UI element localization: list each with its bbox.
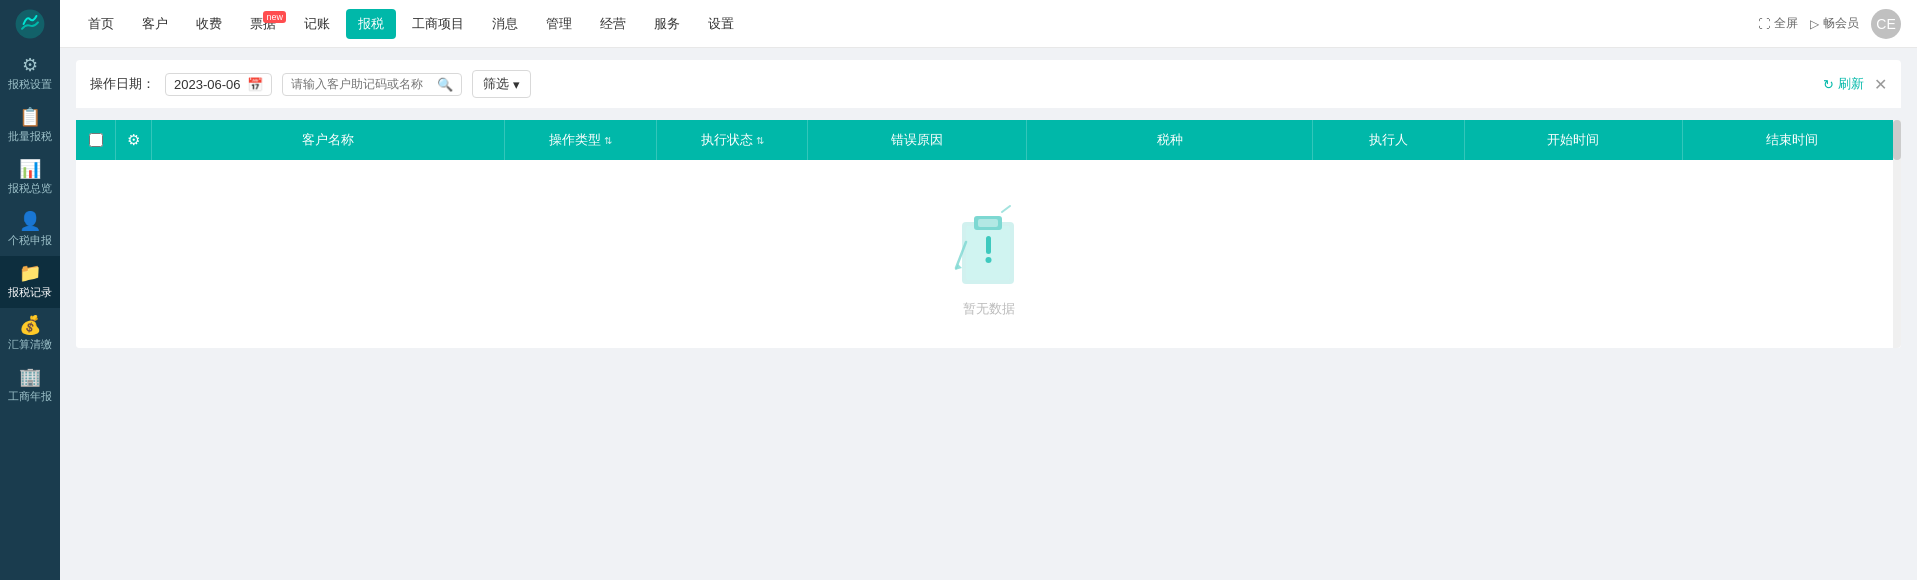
sidebar-item-baoshuishezhi[interactable]: ⚙ 报税设置 [0,48,60,100]
nav-items: 首页客户收费票据new记账报税工商项目消息管理经营服务设置 [76,9,1758,39]
svg-point-6 [985,257,991,263]
sidebar-item-baoshuijilu[interactable]: 📁 报税记录 [0,256,60,308]
sort-icon: ⇅ [756,135,764,146]
select-all-checkbox[interactable] [89,133,103,147]
gear-icon[interactable]: ⚙ [127,131,140,149]
nav-item-shouye[interactable]: 首页 [76,9,126,39]
member-label: 畅会员 [1823,15,1859,32]
col-label: 税种 [1157,131,1183,149]
nav-right: ⛶ 全屏 ▷ 畅会员 CE [1758,9,1901,39]
geshuishenbao-icon: 👤 [19,212,41,230]
huisuanqingshui-icon: 💰 [19,316,41,334]
col-label: 开始时间 [1547,131,1599,149]
gongshangnianbaao-icon: 🏢 [19,368,41,386]
app-logo [0,0,60,48]
date-label: 操作日期： [90,75,155,93]
sidebar-item-huisuanqingshui[interactable]: 💰 汇算清缴 [0,308,60,360]
close-button[interactable]: ✕ [1874,75,1887,94]
col-header-executor: 执行人 [1313,120,1465,160]
col-header-op_type[interactable]: 操作类型⇅ [505,120,657,160]
scrollbar-thumb[interactable] [1893,120,1901,160]
baoshuishezhi-icon: ⚙ [22,56,38,74]
sidebar: ⚙ 报税设置 📋 批量报税 📊 报税总览 👤 个税申报 📁 报税记录 💰 汇算清缴 🏢 工商年报 [0,0,60,580]
nav-item-piaoju[interactable]: 票据new [238,9,288,39]
sidebar-item-label: 批量报税 [8,129,52,144]
nav-item-shezhi[interactable]: 设置 [696,9,746,39]
sidebar-item-geshuishenbao[interactable]: 👤 个税申报 [0,204,60,256]
refresh-icon: ↻ [1823,77,1834,92]
sidebar-item-label: 汇算清缴 [8,337,52,352]
avatar-text: CE [1876,16,1895,32]
sidebar-item-label: 报税设置 [8,77,52,92]
nav-item-kehu[interactable]: 客户 [130,9,180,39]
sort-icon: ⇅ [604,135,612,146]
nav-item-jizhang[interactable]: 记账 [292,9,342,39]
col-header-check [76,120,116,160]
toolbar: 操作日期： 2023-06-06 📅 🔍 筛选 ▾ ↻ 刷新 [76,60,1901,108]
col-header-exec_status[interactable]: 执行状态⇅ [657,120,809,160]
nav-item-shoufei[interactable]: 收费 [184,9,234,39]
fullscreen-label: 全屏 [1774,15,1798,32]
col-header-end_time: 结束时间 [1683,120,1901,160]
sidebar-item-piliangbaoshui[interactable]: 📋 批量报税 [0,100,60,152]
baoshuizonglan-icon: 📊 [19,160,41,178]
col-label: 错误原因 [891,131,943,149]
fullscreen-icon: ⛶ [1758,17,1770,31]
sidebar-item-gongshangnianbaao[interactable]: 🏢 工商年报 [0,360,60,412]
filter-button[interactable]: 筛选 ▾ [472,70,531,98]
col-label: 执行状态 [701,131,753,149]
col-header-gear: ⚙ [116,120,152,160]
svg-rect-5 [986,236,991,254]
refresh-button[interactable]: ↻ 刷新 [1823,75,1864,93]
avatar[interactable]: CE [1871,9,1901,39]
search-icon: 🔍 [437,77,453,92]
sidebar-item-label: 报税总览 [8,181,52,196]
scrollbar-track[interactable] [1893,120,1901,348]
svg-line-9 [1002,206,1010,212]
col-label: 操作类型 [549,131,601,149]
sidebar-item-baoshuizonglan[interactable]: 📊 报税总览 [0,152,60,204]
col-header-name: 客户名称 [152,120,505,160]
nav-item-fuwu[interactable]: 服务 [642,9,692,39]
calendar-icon: 📅 [247,77,263,92]
empty-state: 暂无数据 [76,160,1901,348]
data-table: ⚙客户名称操作类型⇅执行状态⇅错误原因税种执行人开始时间结束时间 [76,120,1901,348]
baoshuijilu-icon: 📁 [19,264,41,282]
nav-item-baoshui[interactable]: 报税 [346,9,396,39]
filter-label: 筛选 [483,75,509,93]
refresh-label: 刷新 [1838,75,1864,93]
nav-item-gongshangxiangmu[interactable]: 工商项目 [400,9,476,39]
top-navigation: 首页客户收费票据new记账报税工商项目消息管理经营服务设置 ⛶ 全屏 ▷ 畅会员… [60,0,1917,48]
sidebar-item-label: 工商年报 [8,389,52,404]
sidebar-item-label: 报税记录 [8,285,52,300]
search-box: 🔍 [282,73,462,96]
col-header-start_time: 开始时间 [1465,120,1684,160]
page-content: 操作日期： 2023-06-06 📅 🔍 筛选 ▾ ↻ 刷新 [60,48,1917,580]
search-input[interactable] [291,77,433,91]
table-header: ⚙客户名称操作类型⇅执行状态⇅错误原因税种执行人开始时间结束时间 [76,120,1901,160]
empty-text: 暂无数据 [963,300,1015,318]
chevron-down-icon: ▾ [513,77,520,92]
svg-rect-4 [978,219,998,227]
play-icon: ▷ [1810,17,1819,31]
col-label: 客户名称 [302,131,354,149]
col-header-tax_type: 税种 [1027,120,1313,160]
date-value: 2023-06-06 [174,77,241,92]
nav-item-guanli[interactable]: 管理 [534,9,584,39]
page-area: 操作日期： 2023-06-06 📅 🔍 筛选 ▾ ↻ 刷新 [60,48,1917,580]
col-header-error_reason: 错误原因 [808,120,1027,160]
nav-item-jingying[interactable]: 经营 [588,9,638,39]
piliangbaoshui-icon: 📋 [19,108,41,126]
svg-point-0 [16,10,45,39]
date-input[interactable]: 2023-06-06 📅 [165,73,272,96]
sidebar-item-label: 个税申报 [8,233,52,248]
col-label: 结束时间 [1766,131,1818,149]
empty-icon [944,200,1034,290]
member-button[interactable]: ▷ 畅会员 [1810,15,1859,32]
nav-item-xiaoxi[interactable]: 消息 [480,9,530,39]
fullscreen-button[interactable]: ⛶ 全屏 [1758,15,1798,32]
badge-new: new [263,11,286,24]
main-content: 首页客户收费票据new记账报税工商项目消息管理经营服务设置 ⛶ 全屏 ▷ 畅会员… [60,0,1917,580]
col-label: 执行人 [1369,131,1408,149]
